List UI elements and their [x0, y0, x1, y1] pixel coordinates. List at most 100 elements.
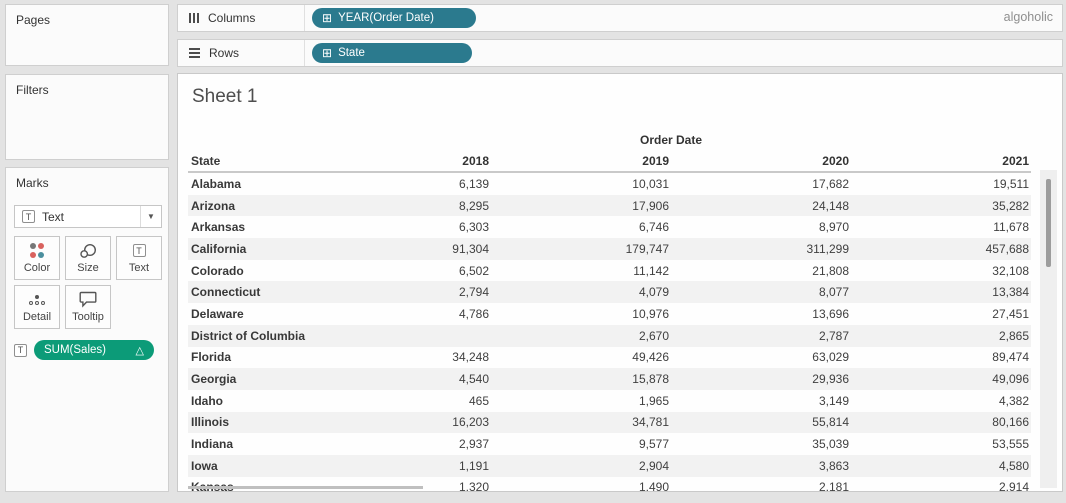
pages-shelf[interactable]: Pages: [5, 4, 169, 66]
value-cell[interactable]: 21,808: [671, 264, 851, 278]
value-cell[interactable]: 27,451: [851, 307, 1031, 321]
sum-sales-pill[interactable]: SUM(Sales) △: [34, 340, 154, 360]
value-cell[interactable]: 311,299: [671, 242, 851, 256]
year-header[interactable]: 2021: [851, 154, 1031, 171]
value-cell[interactable]: 35,282: [851, 199, 1031, 213]
value-cell[interactable]: 6,139: [311, 177, 491, 191]
value-cell[interactable]: 4,540: [311, 372, 491, 386]
value-cell[interactable]: 8,077: [671, 285, 851, 299]
value-cell[interactable]: 34,248: [311, 350, 491, 364]
value-cell[interactable]: 4,079: [491, 285, 671, 299]
value-cell[interactable]: 4,382: [851, 394, 1031, 408]
value-cell[interactable]: 1,490: [491, 480, 671, 491]
value-cell[interactable]: 4,580: [851, 459, 1031, 473]
color-button[interactable]: Color: [14, 236, 60, 280]
value-cell[interactable]: 8,295: [311, 199, 491, 213]
worksheet[interactable]: Sheet 1 Order Date State 2018 2019 2020 …: [177, 73, 1063, 492]
horizontal-scrollbar-thumb[interactable]: [188, 486, 423, 489]
value-cell[interactable]: 17,682: [671, 177, 851, 191]
value-cell[interactable]: 13,384: [851, 285, 1031, 299]
mark-type-dropdown[interactable]: T Text ▼: [14, 205, 162, 228]
sheet-title[interactable]: Sheet 1: [192, 86, 258, 108]
state-header-cell[interactable]: Idaho: [188, 394, 311, 408]
value-cell[interactable]: 15,878: [491, 372, 671, 386]
value-cell[interactable]: 1,191: [311, 459, 491, 473]
state-header-cell[interactable]: District of Columbia: [188, 329, 311, 343]
value-cell[interactable]: 24,148: [671, 199, 851, 213]
state-header-cell[interactable]: Delaware: [188, 307, 311, 321]
rows-shelf[interactable]: Rows ⊞ State: [177, 39, 1063, 67]
value-cell[interactable]: 17,906: [491, 199, 671, 213]
year-header[interactable]: 2019: [491, 154, 671, 171]
state-header-cell[interactable]: Arizona: [188, 199, 311, 213]
state-pill[interactable]: ⊞ State: [312, 43, 472, 63]
columns-shelf[interactable]: Columns ⊞ YEAR(Order Date) algoholic: [177, 4, 1063, 32]
value-cell[interactable]: 19,511: [851, 177, 1031, 191]
value-cell[interactable]: 29,936: [671, 372, 851, 386]
value-cell[interactable]: 2,794: [311, 285, 491, 299]
value-cell[interactable]: 2,865: [851, 329, 1031, 343]
caret-down-icon[interactable]: ▼: [140, 206, 161, 227]
value-cell[interactable]: 49,096: [851, 372, 1031, 386]
value-cell[interactable]: 10,031: [491, 177, 671, 191]
columns-pill-area[interactable]: ⊞ YEAR(Order Date) algoholic: [305, 5, 1062, 31]
column-field-header[interactable]: Order Date: [311, 131, 1031, 151]
value-cell[interactable]: 2,787: [671, 329, 851, 343]
value-cell[interactable]: 3,863: [671, 459, 851, 473]
state-header-cell[interactable]: Colorado: [188, 264, 311, 278]
row-field-header[interactable]: State: [188, 154, 311, 171]
value-cell[interactable]: 11,142: [491, 264, 671, 278]
value-cell[interactable]: 32,108: [851, 264, 1031, 278]
value-cell[interactable]: 9,577: [491, 437, 671, 451]
vertical-scrollbar-thumb[interactable]: [1046, 179, 1051, 267]
value-cell[interactable]: 89,474: [851, 350, 1031, 364]
vertical-scrollbar[interactable]: [1040, 170, 1057, 488]
value-cell[interactable]: 80,166: [851, 415, 1031, 429]
value-cell[interactable]: 465: [311, 394, 491, 408]
state-header-cell[interactable]: Iowa: [188, 459, 311, 473]
state-header-cell[interactable]: Alabama: [188, 177, 311, 191]
value-cell[interactable]: 11,678: [851, 220, 1031, 234]
value-cell[interactable]: 6,746: [491, 220, 671, 234]
value-cell[interactable]: 1,965: [491, 394, 671, 408]
rows-pill-area[interactable]: ⊞ State: [305, 40, 1062, 66]
filters-shelf[interactable]: Filters: [5, 74, 169, 160]
size-button[interactable]: Size: [65, 236, 111, 280]
state-header-cell[interactable]: California: [188, 242, 311, 256]
value-cell[interactable]: 179,747: [491, 242, 671, 256]
tooltip-button[interactable]: Tooltip: [65, 285, 111, 329]
value-cell[interactable]: 2,670: [491, 329, 671, 343]
year-order-date-pill[interactable]: ⊞ YEAR(Order Date): [312, 8, 476, 28]
value-cell[interactable]: 10,976: [491, 307, 671, 321]
state-header-cell[interactable]: Illinois: [188, 415, 311, 429]
value-cell[interactable]: 6,303: [311, 220, 491, 234]
value-cell[interactable]: 55,814: [671, 415, 851, 429]
state-header-cell[interactable]: Georgia: [188, 372, 311, 386]
value-cell[interactable]: 91,304: [311, 242, 491, 256]
value-cell[interactable]: 4,786: [311, 307, 491, 321]
value-cell[interactable]: 2,914: [851, 480, 1031, 491]
value-cell[interactable]: 2,181: [671, 480, 851, 491]
value-cell[interactable]: 34,781: [491, 415, 671, 429]
year-header[interactable]: 2020: [671, 154, 851, 171]
detail-button[interactable]: Detail: [14, 285, 60, 329]
state-header-cell[interactable]: Connecticut: [188, 285, 311, 299]
value-cell[interactable]: 3,149: [671, 394, 851, 408]
state-header-cell[interactable]: Indiana: [188, 437, 311, 451]
state-header-cell[interactable]: Florida: [188, 350, 311, 364]
value-cell[interactable]: 6,502: [311, 264, 491, 278]
value-cell[interactable]: 13,696: [671, 307, 851, 321]
value-cell[interactable]: 16,203: [311, 415, 491, 429]
value-cell[interactable]: 2,904: [491, 459, 671, 473]
value-cell[interactable]: 35,039: [671, 437, 851, 451]
value-cell[interactable]: 53,555: [851, 437, 1031, 451]
state-header-cell[interactable]: Arkansas: [188, 220, 311, 234]
value-cell[interactable]: 457,688: [851, 242, 1031, 256]
value-cell[interactable]: 8,970: [671, 220, 851, 234]
value-cell[interactable]: 63,029: [671, 350, 851, 364]
value-cell[interactable]: 49,426: [491, 350, 671, 364]
value-cell[interactable]: 2,937: [311, 437, 491, 451]
marks-card[interactable]: Marks T Text ▼ Color Size T Text Detail: [5, 167, 169, 492]
year-header[interactable]: 2018: [311, 154, 491, 171]
text-button[interactable]: T Text: [116, 236, 162, 280]
